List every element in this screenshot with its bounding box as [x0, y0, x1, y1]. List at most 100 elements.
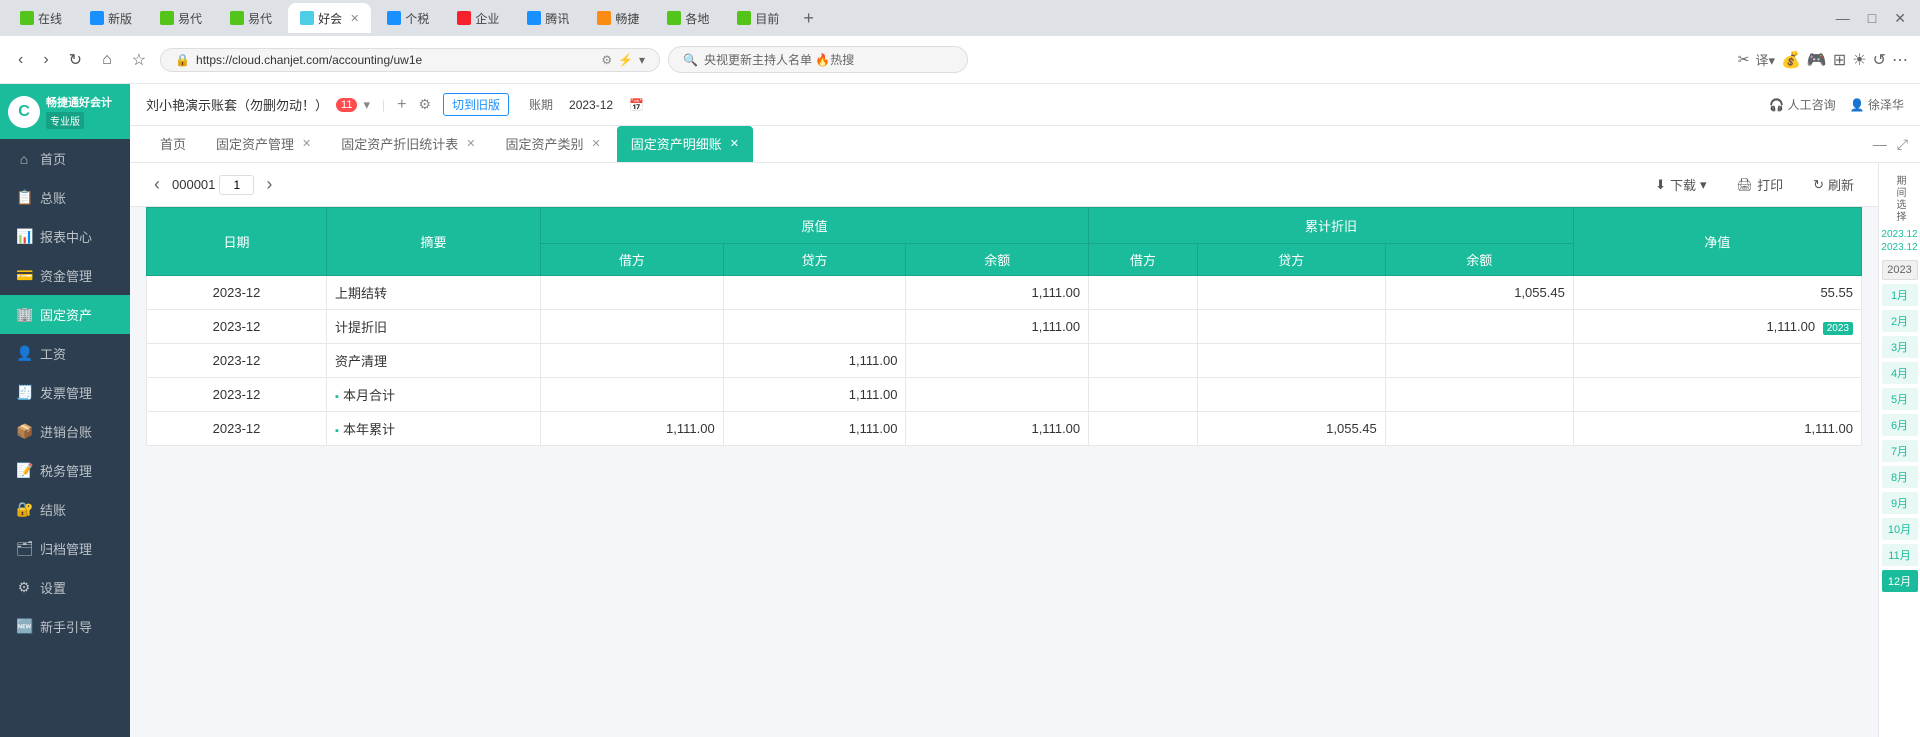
guide-icon: 🆕	[16, 618, 32, 635]
sidebar-item-home[interactable]: ⌂ 首页	[0, 139, 130, 178]
sidebar-item-reports[interactable]: 📊 报表中心	[0, 217, 130, 256]
period-month-3[interactable]: 3月	[1882, 336, 1918, 358]
company-selector[interactable]: 刘小艳演示账套（勿删勿动！） 11 ▾	[146, 95, 370, 114]
back-button[interactable]: ‹	[12, 47, 29, 73]
game-icon[interactable]: 🎮	[1807, 50, 1827, 70]
cell-net-value: 55.55	[1573, 276, 1861, 310]
period-month-4[interactable]: 4月	[1882, 362, 1918, 384]
tab-icon-muqian	[737, 11, 751, 25]
maximize-content-button[interactable]: ⤢	[1897, 136, 1908, 153]
cell-orig-debit	[541, 378, 724, 412]
tab-muqian[interactable]: 目前	[725, 3, 791, 33]
inventory-icon: 📦	[16, 423, 32, 440]
tab-icon-changjie	[597, 11, 611, 25]
switch-old-version-button[interactable]: 切到旧版	[443, 93, 509, 116]
minimize-content-button[interactable]: —	[1873, 136, 1887, 152]
bookmark-button[interactable]: ☆	[126, 46, 152, 74]
right-panel: 期间选择 2023.12 2023.12 2023 1月 2月 3月 4月 5月…	[1878, 163, 1920, 737]
cell-date: 2023-12	[147, 344, 327, 378]
page-next-button[interactable]: ›	[258, 172, 280, 197]
tab-online[interactable]: 在线	[8, 3, 74, 33]
tab-close-asset-detail[interactable]: ✕	[730, 137, 739, 150]
tab-yidai1[interactable]: 易代	[148, 3, 214, 33]
period-month-7[interactable]: 7月	[1882, 440, 1918, 462]
sun-icon[interactable]: ☀	[1852, 50, 1866, 70]
tab-close-fixed-asset-mgmt[interactable]: ✕	[302, 137, 311, 150]
download-dropdown-icon[interactable]: ▾	[1700, 177, 1707, 193]
settings-company-icon[interactable]: ⚙	[418, 96, 431, 113]
tab-fixed-asset-mgmt[interactable]: 固定资产管理 ✕	[202, 126, 325, 162]
period-month-1[interactable]: 1月	[1882, 284, 1918, 306]
tab-asset-category[interactable]: 固定资产类别 ✕	[491, 126, 614, 162]
sidebar-item-closing[interactable]: 🔐 结账	[0, 490, 130, 529]
tab-depreciation-stats[interactable]: 固定资产折旧统计表 ✕	[327, 126, 489, 162]
grid-icon[interactable]: ⊞	[1833, 50, 1846, 70]
tab-gedi[interactable]: 各地	[655, 3, 721, 33]
translate-icon[interactable]: 译▾	[1755, 50, 1775, 69]
period-month-8[interactable]: 8月	[1882, 466, 1918, 488]
home-button[interactable]: ⌂	[96, 47, 118, 73]
maximize-button[interactable]: □	[1862, 10, 1882, 26]
tab-close-haohui[interactable]: ✕	[350, 12, 359, 25]
forward-button[interactable]: ›	[37, 47, 54, 73]
tab-tencent[interactable]: 腾讯	[515, 3, 581, 33]
sidebar-item-tax[interactable]: 📝 税务管理	[0, 451, 130, 490]
sidebar-item-invoice[interactable]: 🧾 发票管理	[0, 373, 130, 412]
period-month-11[interactable]: 11月	[1882, 544, 1918, 566]
cell-net-value: 1,111.00	[1573, 412, 1861, 446]
summary-icon: ▪	[335, 425, 339, 437]
period-year[interactable]: 2023	[1882, 260, 1918, 280]
sidebar-item-funds[interactable]: 💳 资金管理	[0, 256, 130, 295]
tab-geshui[interactable]: 个税	[375, 3, 441, 33]
page-input[interactable]	[219, 175, 254, 195]
print-button[interactable]: 🖨 打印	[1729, 171, 1792, 198]
search-bar[interactable]: 🔍 央视更新主持人名单 🔥热搜	[668, 46, 968, 73]
tab-yidai2[interactable]: 易代	[218, 3, 284, 33]
sidebar-item-general-ledger[interactable]: 📋 总账	[0, 178, 130, 217]
period-month-12[interactable]: 12月	[1882, 570, 1918, 592]
new-tab-button[interactable]: +	[795, 8, 822, 29]
tab-icon-geshui	[387, 11, 401, 25]
download-button[interactable]: ⬇ 下载 ▾	[1647, 171, 1714, 198]
page-prev-button[interactable]: ‹	[146, 172, 168, 197]
tab-close-depreciation-stats[interactable]: ✕	[466, 137, 475, 150]
logo-title: 畅捷通好会计	[46, 94, 112, 110]
period-month-6[interactable]: 6月	[1882, 414, 1918, 436]
tab-haohui[interactable]: 好会 ✕	[288, 3, 371, 33]
sidebar-item-guide[interactable]: 🆕 新手引导	[0, 607, 130, 646]
tab-changjie[interactable]: 畅捷	[585, 3, 651, 33]
sidebar-item-settings[interactable]: ⚙ 设置	[0, 568, 130, 607]
calendar-icon[interactable]: 📅	[629, 98, 644, 112]
period-month-2[interactable]: 2月	[1882, 310, 1918, 332]
wallet-icon[interactable]: 💰	[1781, 50, 1801, 70]
user-button[interactable]: 👤 徐泽华	[1850, 96, 1904, 113]
reload-button[interactable]: ↻	[63, 46, 88, 74]
history-icon[interactable]: ↺	[1873, 50, 1886, 70]
browser-nav-bar: ‹ › ↻ ⌂ ☆ 🔒 https://cloud.chanjet.com/ac…	[0, 36, 1920, 84]
dropdown-icon[interactable]: ▾	[639, 53, 645, 67]
close-window-button[interactable]: ✕	[1888, 10, 1912, 27]
sidebar-item-inventory[interactable]: 📦 进销台账	[0, 412, 130, 451]
tab-new[interactable]: 新版	[78, 3, 144, 33]
add-company-button[interactable]: +	[397, 96, 406, 114]
sidebar-item-payroll[interactable]: 👤 工资	[0, 334, 130, 373]
tab-close-asset-category[interactable]: ✕	[592, 137, 601, 150]
tab-asset-detail[interactable]: 固定资产明细账 ✕	[617, 126, 753, 162]
ledger-toolbar: ‹ 000001 › ⬇ 下载 ▾	[130, 163, 1878, 207]
refresh-button[interactable]: ↻ 刷新	[1805, 171, 1862, 198]
sidebar-item-fixed-assets[interactable]: 🏢 固定资产	[0, 295, 130, 334]
period-month-9[interactable]: 9月	[1882, 492, 1918, 514]
col-date: 日期	[147, 208, 327, 276]
more-icon[interactable]: ⋯	[1892, 50, 1908, 70]
tab-home[interactable]: 首页	[146, 126, 200, 162]
minimize-button[interactable]: —	[1830, 10, 1856, 26]
help-button[interactable]: 🎧 人工咨询	[1769, 96, 1835, 113]
tab-qiye[interactable]: 企业	[445, 3, 511, 33]
period-month-5[interactable]: 5月	[1882, 388, 1918, 410]
period-month-10[interactable]: 10月	[1882, 518, 1918, 540]
download-icon: ⬇	[1655, 177, 1666, 193]
company-dropdown-icon[interactable]: ▾	[363, 97, 370, 113]
cut-icon[interactable]: ✂	[1738, 51, 1750, 68]
sidebar-item-archive[interactable]: 🗂 归档管理	[0, 529, 130, 568]
address-bar[interactable]: 🔒 https://cloud.chanjet.com/accounting/u…	[160, 48, 660, 72]
